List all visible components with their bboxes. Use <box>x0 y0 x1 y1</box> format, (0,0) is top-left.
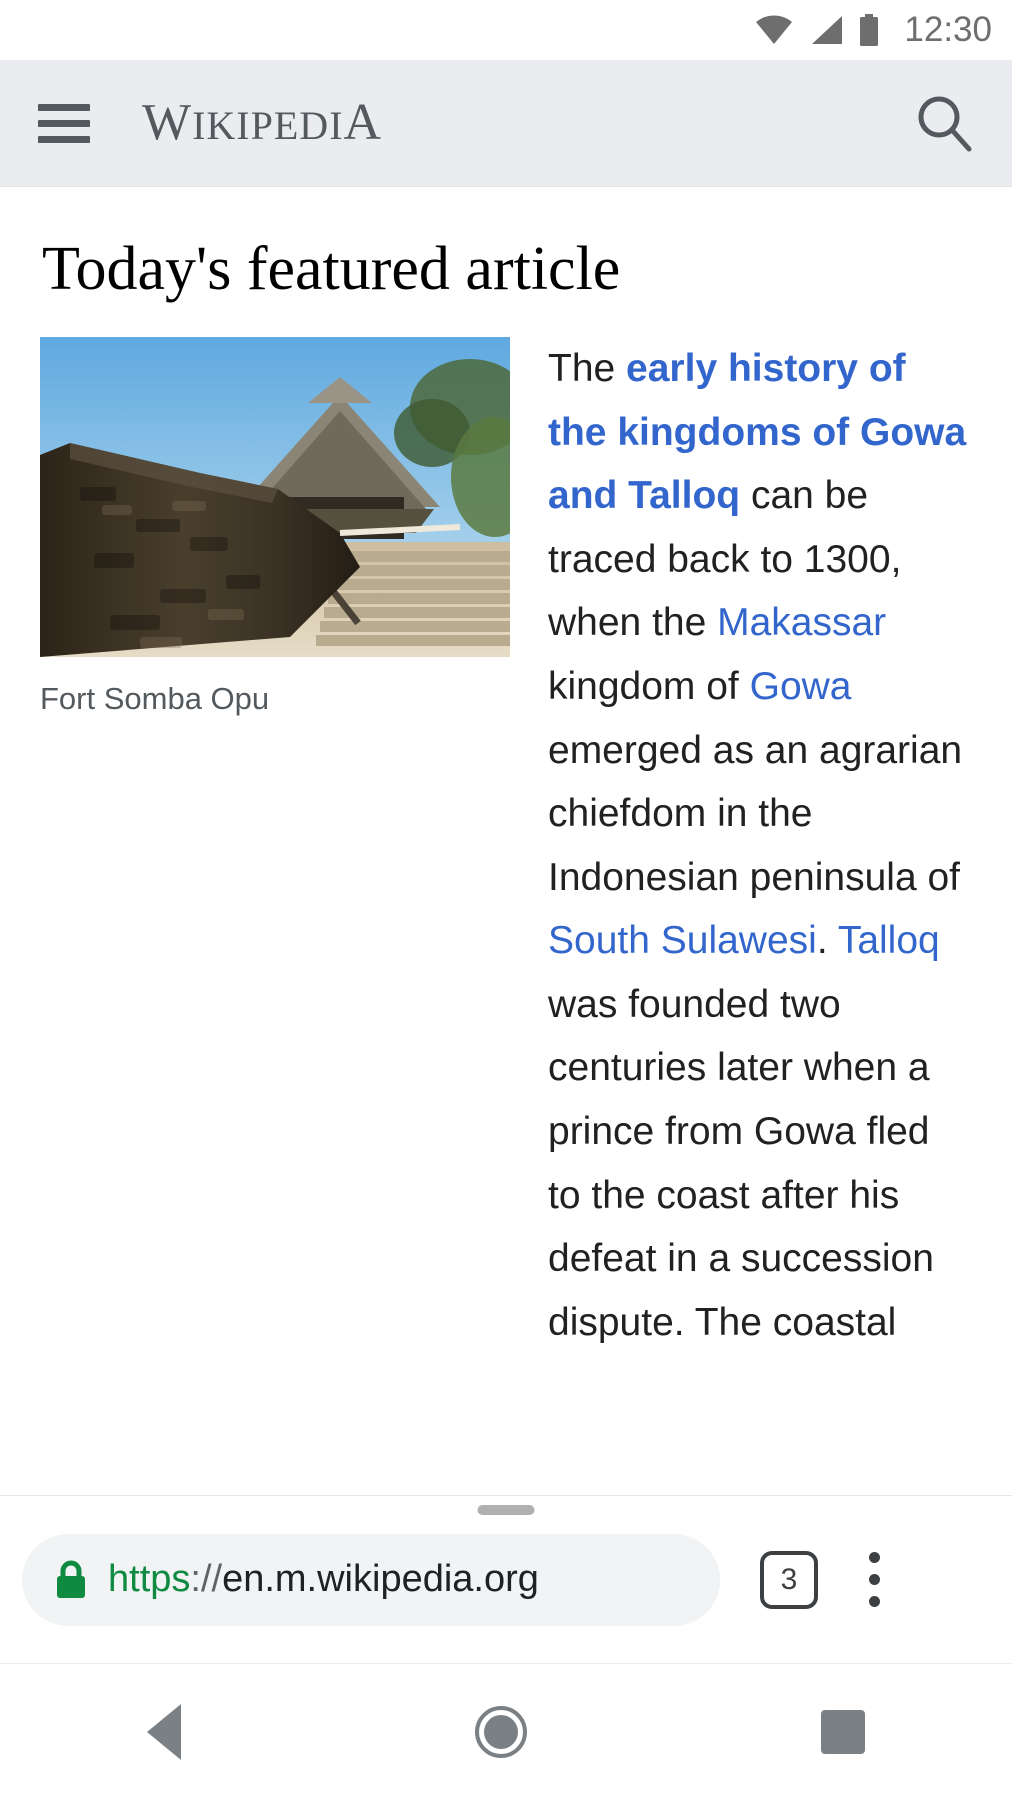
kebab-dot <box>868 1596 880 1607</box>
article-content: Today's featured article Fort Somba Opu … <box>0 187 1012 1355</box>
text-segment: . <box>816 919 838 963</box>
cellular-signal-icon <box>808 15 844 45</box>
status-icon-group: 12:30 <box>754 10 992 50</box>
fort-somba-opu-photo[interactable] <box>40 337 510 658</box>
lead-section: Fort Somba Opu The early history of the … <box>0 337 1012 1355</box>
article-figure: Fort Somba Opu <box>40 337 510 719</box>
kebab-dot <box>868 1552 880 1563</box>
battery-icon <box>858 14 880 46</box>
url-bar[interactable]: https://en.m.wikipedia.org <box>22 1533 720 1626</box>
wordmark-middle: IKIPEDI <box>192 103 344 148</box>
kebab-dot <box>868 1574 880 1585</box>
url-scheme: https <box>108 1558 191 1600</box>
tab-switcher-button[interactable]: 3 <box>760 1550 818 1609</box>
page-title: Today's featured article <box>42 235 621 303</box>
link-talloq[interactable]: Talloq <box>838 919 940 962</box>
secure-lock-icon <box>52 1558 90 1602</box>
wordmark-w: W <box>142 94 193 151</box>
link-south-sulawesi[interactable]: South Sulawesi <box>548 919 817 962</box>
wifi-icon <box>754 15 794 45</box>
phone-screen: 12:30 WIKIPEDIA Today's featured article <box>0 0 1012 1800</box>
text-segment: emerged as an agrarian chiefdom in the I… <box>548 728 963 899</box>
text-segment: kingdom of <box>548 665 750 708</box>
back-button[interactable] <box>147 1704 181 1760</box>
lead-paragraph: The early history of the kingdoms of Gow… <box>548 337 972 1355</box>
home-button[interactable] <box>475 1706 527 1758</box>
text-segment: was founded two centuries later when a p… <box>548 982 934 1344</box>
hamburger-bar <box>38 119 90 127</box>
status-bar: 12:30 <box>0 0 1012 60</box>
android-navigation-bar <box>0 1663 1012 1800</box>
wikipedia-wordmark[interactable]: WIKIPEDIA <box>142 97 382 149</box>
text-segment: The <box>548 347 627 391</box>
figure-caption: Fort Somba Opu <box>40 681 270 717</box>
link-gowa[interactable]: Gowa <box>750 665 852 708</box>
url-separator: :// <box>190 1558 223 1600</box>
url-host: en.m.wikipedia.org <box>222 1558 539 1600</box>
hamburger-bar <box>38 135 90 143</box>
kebab-menu-icon[interactable] <box>868 1552 880 1607</box>
wordmark-a: A <box>343 94 383 151</box>
link-makassar[interactable]: Makassar <box>717 601 886 644</box>
search-icon[interactable] <box>912 91 976 155</box>
url-text: https://en.m.wikipedia.org <box>108 1558 539 1601</box>
status-time: 12:30 <box>904 10 992 49</box>
drag-handle[interactable] <box>477 1505 535 1515</box>
wikipedia-header: WIKIPEDIA <box>0 60 1012 187</box>
recent-apps-button[interactable] <box>821 1710 865 1754</box>
browser-toolbar: https://en.m.wikipedia.org 3 <box>0 1495 1012 1663</box>
hamburger-bar <box>38 103 90 111</box>
hamburger-menu-icon[interactable] <box>38 95 90 152</box>
